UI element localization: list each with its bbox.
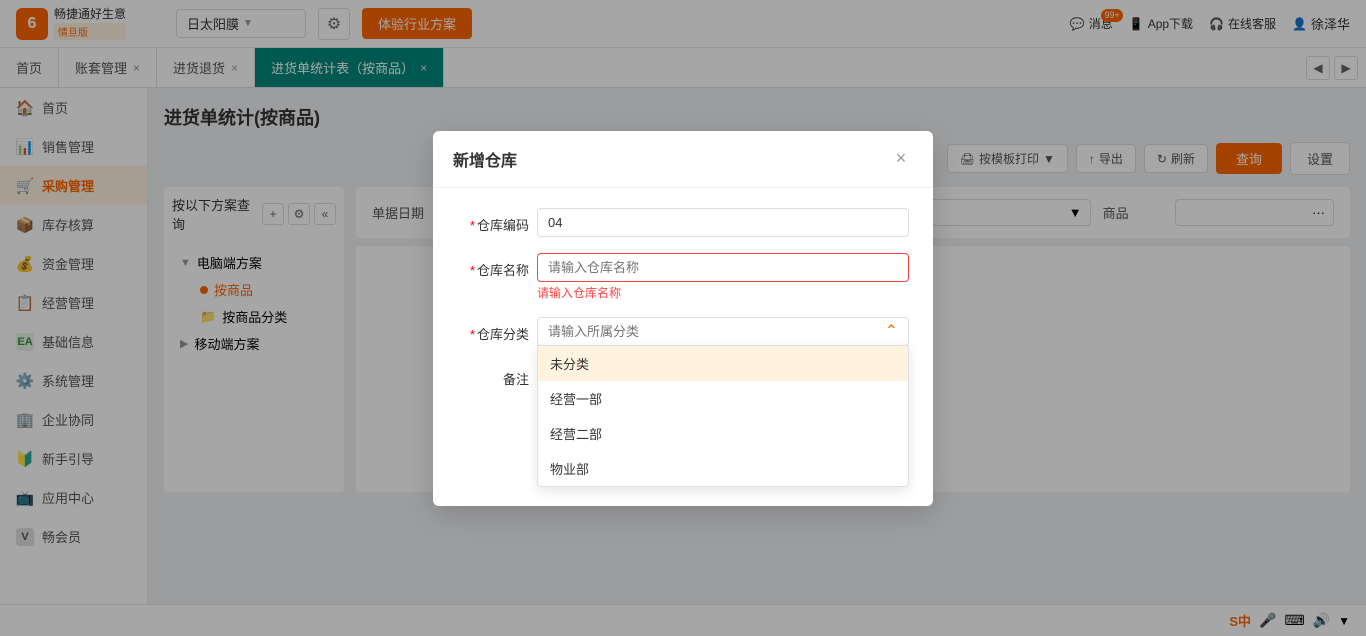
dropdown-item-dept1[interactable]: 经营一部 bbox=[538, 381, 908, 416]
modal: 新增仓库 × 仓库编码 仓库名称 请输入仓库名称 仓库分类 bbox=[433, 131, 933, 506]
warehouse-name-label: 仓库名称 bbox=[457, 253, 537, 279]
warehouse-code-field bbox=[537, 208, 909, 237]
warehouse-category-label: 仓库分类 bbox=[457, 317, 537, 343]
modal-title: 新增仓库 bbox=[453, 147, 517, 171]
warehouse-name-field: 请输入仓库名称 bbox=[537, 253, 909, 301]
warehouse-name-input[interactable] bbox=[537, 253, 909, 282]
overlay[interactable]: 新增仓库 × 仓库编码 仓库名称 请输入仓库名称 仓库分类 bbox=[0, 0, 1366, 636]
warehouse-category-field: ⌃ 未分类 经营一部 经营二部 物业部 bbox=[537, 317, 909, 346]
warehouse-code-row: 仓库编码 bbox=[457, 208, 909, 237]
dropdown-item-unclassified[interactable]: 未分类 bbox=[538, 346, 908, 381]
modal-header: 新增仓库 × bbox=[433, 131, 933, 188]
warehouse-code-label: 仓库编码 bbox=[457, 208, 537, 234]
dropdown-item-dept2[interactable]: 经营二部 bbox=[538, 416, 908, 451]
notes-label: 备注 bbox=[457, 362, 537, 388]
warehouse-name-row: 仓库名称 请输入仓库名称 bbox=[457, 253, 909, 301]
dropdown-item-dept3[interactable]: 物业部 bbox=[538, 451, 908, 486]
warehouse-name-error: 请输入仓库名称 bbox=[537, 284, 909, 301]
chevron-up-icon[interactable]: ⌃ bbox=[885, 321, 898, 341]
modal-body: 仓库编码 仓库名称 请输入仓库名称 仓库分类 ⌃ bbox=[433, 188, 933, 425]
category-dropdown: 未分类 经营一部 经营二部 物业部 bbox=[537, 345, 909, 487]
warehouse-code-input[interactable] bbox=[537, 208, 909, 237]
warehouse-category-input[interactable] bbox=[548, 318, 885, 345]
warehouse-category-row: 仓库分类 ⌃ 未分类 经营一部 经营二部 物业部 bbox=[457, 317, 909, 346]
warehouse-category-input-wrapper: ⌃ bbox=[537, 317, 909, 346]
modal-close-btn[interactable]: × bbox=[889, 147, 913, 171]
